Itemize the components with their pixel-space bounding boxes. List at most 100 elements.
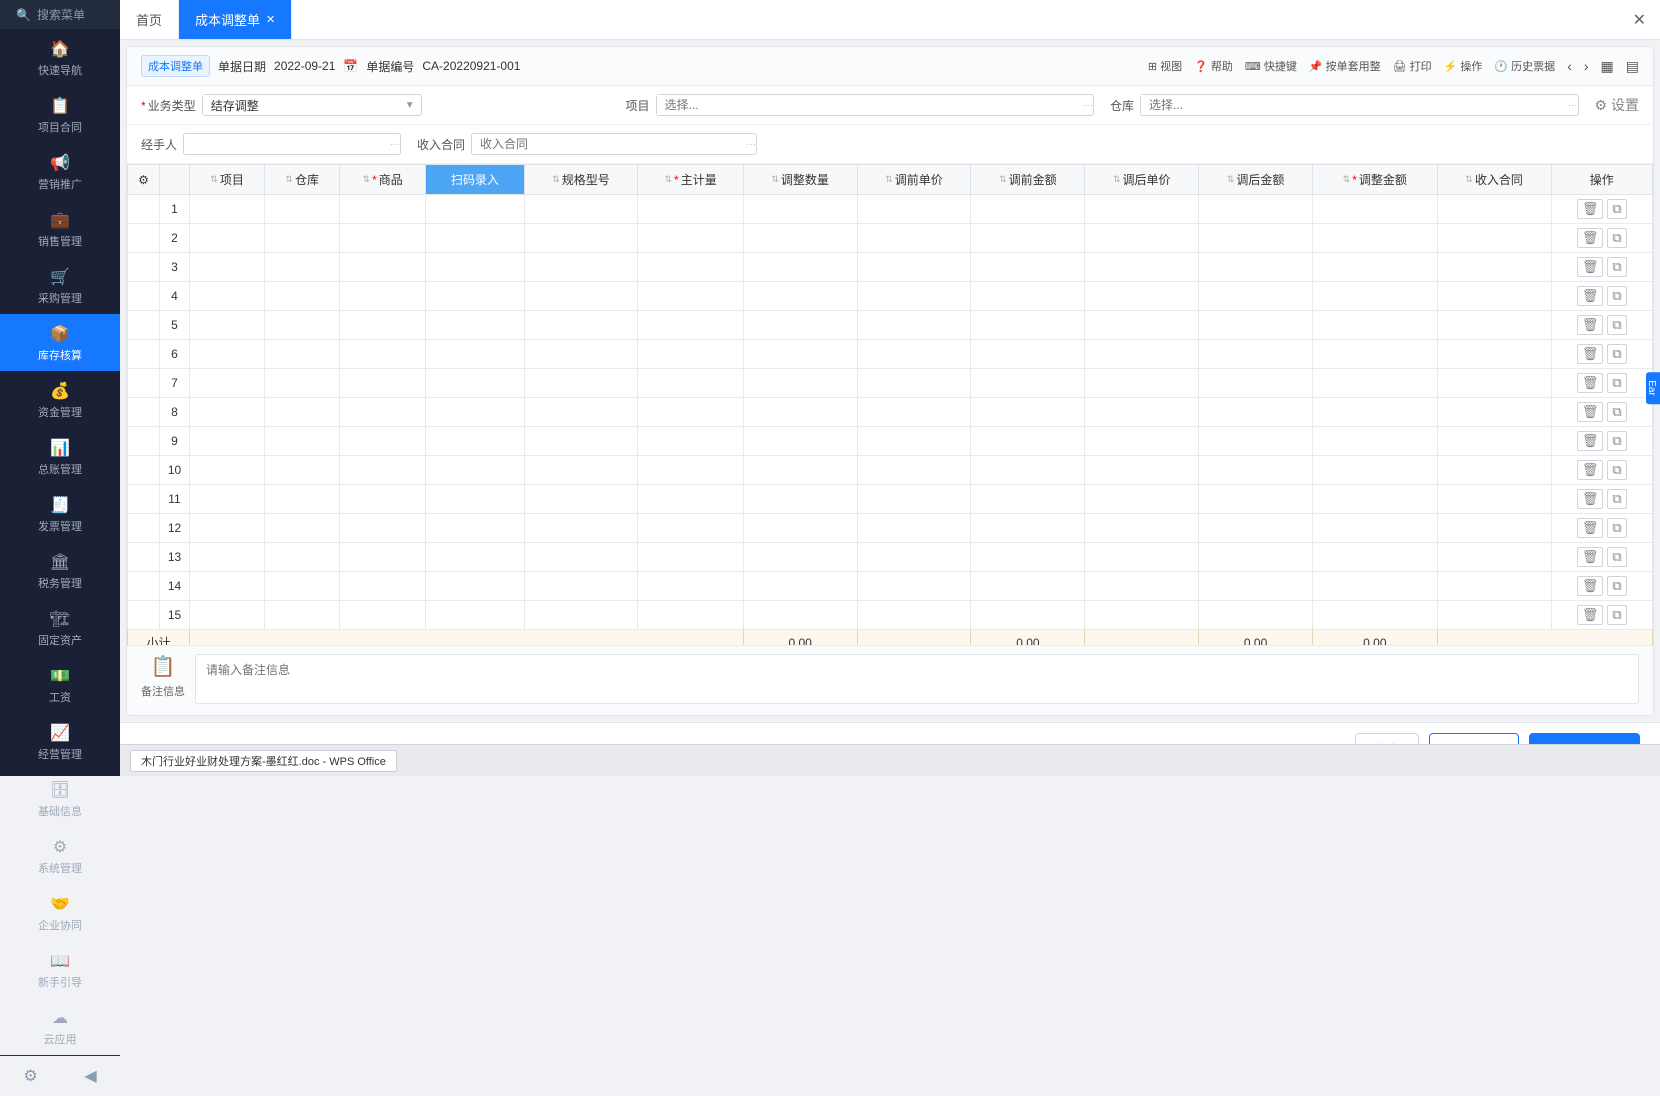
sidebar-item-purchase[interactable]: 🛒采购管理 [0, 257, 120, 314]
cell-spec-13[interactable] [524, 543, 638, 572]
cell-income-contract-14[interactable] [1437, 572, 1551, 601]
cell-project-6[interactable] [190, 340, 265, 369]
cell-adj-amount-2[interactable] [1313, 224, 1438, 253]
cell-after-unit-price-15[interactable] [1085, 601, 1199, 630]
cell-after-amount-5[interactable] [1199, 311, 1313, 340]
sidebar-item-salary[interactable]: 💵工资 [0, 656, 120, 713]
warehouse-dots[interactable]: ··· [1568, 100, 1578, 111]
cell-goods-8[interactable] [340, 398, 426, 427]
cell-after-unit-price-6[interactable] [1085, 340, 1199, 369]
copy-row-2[interactable]: ⧉ [1607, 228, 1626, 248]
cell-prev-unit-price-15[interactable] [857, 601, 971, 630]
biz-type-select[interactable]: ▼ [202, 94, 422, 116]
handler-dots[interactable]: ··· [390, 139, 400, 150]
cell-project-14[interactable] [190, 572, 265, 601]
cell-after-amount-10[interactable] [1199, 456, 1313, 485]
cell-after-unit-price-13[interactable] [1085, 543, 1199, 572]
taskbar-item[interactable]: 木门行业好业财处理方案-墨红红.doc - WPS Office [130, 750, 397, 772]
sidebar-item-project-contract[interactable]: 📋项目合同 [0, 86, 120, 143]
cell-project-9[interactable] [190, 427, 265, 456]
cell-spec-8[interactable] [524, 398, 638, 427]
cell-unit-9[interactable] [638, 427, 743, 456]
cell-prev-amount-14[interactable] [971, 572, 1085, 601]
cell-project-11[interactable] [190, 485, 265, 514]
ops-action[interactable]: ⚡ 操作 [1444, 58, 1483, 74]
cell-adj-qty-11[interactable] [743, 485, 857, 514]
cell-income-contract-13[interactable] [1437, 543, 1551, 572]
sidebar-item-cloud[interactable]: ☁云应用 [0, 998, 120, 1055]
cell-adj-qty-9[interactable] [743, 427, 857, 456]
delete-row-13[interactable]: 🗑 [1577, 547, 1604, 567]
income-contract-dots[interactable]: ··· [746, 139, 756, 150]
sidebar-item-invoice[interactable]: 🧾发票管理 [0, 485, 120, 542]
cell-prev-amount-1[interactable] [971, 195, 1085, 224]
copy-row-6[interactable]: ⧉ [1607, 344, 1626, 364]
cell-adj-qty-2[interactable] [743, 224, 857, 253]
cell-income-contract-1[interactable] [1437, 195, 1551, 224]
cell-unit-13[interactable] [638, 543, 743, 572]
cell-prev-unit-price-3[interactable] [857, 253, 971, 282]
cell-project-8[interactable] [190, 398, 265, 427]
cell-adj-amount-13[interactable] [1313, 543, 1438, 572]
cell-prev-unit-price-7[interactable] [857, 369, 971, 398]
cell-spec-9[interactable] [524, 427, 638, 456]
cell-spec-1[interactable] [524, 195, 638, 224]
sidebar-item-marketing[interactable]: 📢营销推广 [0, 143, 120, 200]
cell-adj-qty-15[interactable] [743, 601, 857, 630]
cell-spec-4[interactable] [524, 282, 638, 311]
cell-warehouse-4[interactable] [265, 282, 340, 311]
cell-warehouse-9[interactable] [265, 427, 340, 456]
delete-row-14[interactable]: 🗑 [1577, 576, 1604, 596]
cell-unit-8[interactable] [638, 398, 743, 427]
cell-prev-amount-13[interactable] [971, 543, 1085, 572]
sidebar-item-sales[interactable]: 💼销售管理 [0, 200, 120, 257]
cell-after-amount-1[interactable] [1199, 195, 1313, 224]
cell-project-3[interactable] [190, 253, 265, 282]
cell-income-contract-11[interactable] [1437, 485, 1551, 514]
sidebar-search[interactable]: 🔍 搜索菜单 [0, 0, 120, 29]
cell-spec-5[interactable] [524, 311, 638, 340]
delete-row-9[interactable]: 🗑 [1577, 431, 1604, 451]
handler-select[interactable]: ··· [183, 133, 401, 155]
cell-scan-4[interactable] [426, 282, 524, 311]
cell-prev-unit-price-2[interactable] [857, 224, 971, 253]
help-action[interactable]: ❓ 帮助 [1194, 58, 1233, 74]
cell-goods-4[interactable] [340, 282, 426, 311]
cell-prev-unit-price-14[interactable] [857, 572, 971, 601]
delete-row-2[interactable]: 🗑 [1577, 228, 1604, 248]
cell-spec-12[interactable] [524, 514, 638, 543]
cell-after-unit-price-9[interactable] [1085, 427, 1199, 456]
right-edge-tab[interactable]: Ear [1646, 372, 1660, 404]
cell-goods-12[interactable] [340, 514, 426, 543]
print-action[interactable]: 🖨 打印 [1393, 58, 1432, 74]
cell-scan-5[interactable] [426, 311, 524, 340]
cell-prev-amount-7[interactable] [971, 369, 1085, 398]
cell-prev-amount-2[interactable] [971, 224, 1085, 253]
cell-project-12[interactable] [190, 514, 265, 543]
cell-project-2[interactable] [190, 224, 265, 253]
cell-prev-unit-price-6[interactable] [857, 340, 971, 369]
sidebar-item-ops[interactable]: 📈经营管理 [0, 713, 120, 770]
cell-project-10[interactable] [190, 456, 265, 485]
cell-adj-amount-11[interactable] [1313, 485, 1438, 514]
cell-warehouse-6[interactable] [265, 340, 340, 369]
cell-spec-3[interactable] [524, 253, 638, 282]
cell-unit-14[interactable] [638, 572, 743, 601]
cell-project-5[interactable] [190, 311, 265, 340]
biz-type-chevron[interactable]: ▼ [399, 100, 421, 111]
cell-goods-14[interactable] [340, 572, 426, 601]
window-close-button[interactable]: ✕ [1619, 10, 1660, 30]
nav-prev[interactable]: ‹ [1567, 58, 1572, 74]
cell-unit-11[interactable] [638, 485, 743, 514]
income-contract-input[interactable] [472, 134, 746, 154]
cell-after-amount-11[interactable] [1199, 485, 1313, 514]
settings-icon-2[interactable]: ⚙ 设置 [1595, 95, 1639, 115]
cell-unit-1[interactable] [638, 195, 743, 224]
cell-adj-amount-15[interactable] [1313, 601, 1438, 630]
sidebar-item-finance[interactable]: 💰资金管理 [0, 371, 120, 428]
sidebar-item-system[interactable]: ⚙系统管理 [0, 827, 120, 884]
nav-next[interactable]: › [1584, 58, 1589, 74]
cell-prev-unit-price-13[interactable] [857, 543, 971, 572]
shortcut-action[interactable]: ⌨ 快捷键 [1245, 58, 1297, 74]
warehouse-input[interactable] [1141, 95, 1568, 115]
